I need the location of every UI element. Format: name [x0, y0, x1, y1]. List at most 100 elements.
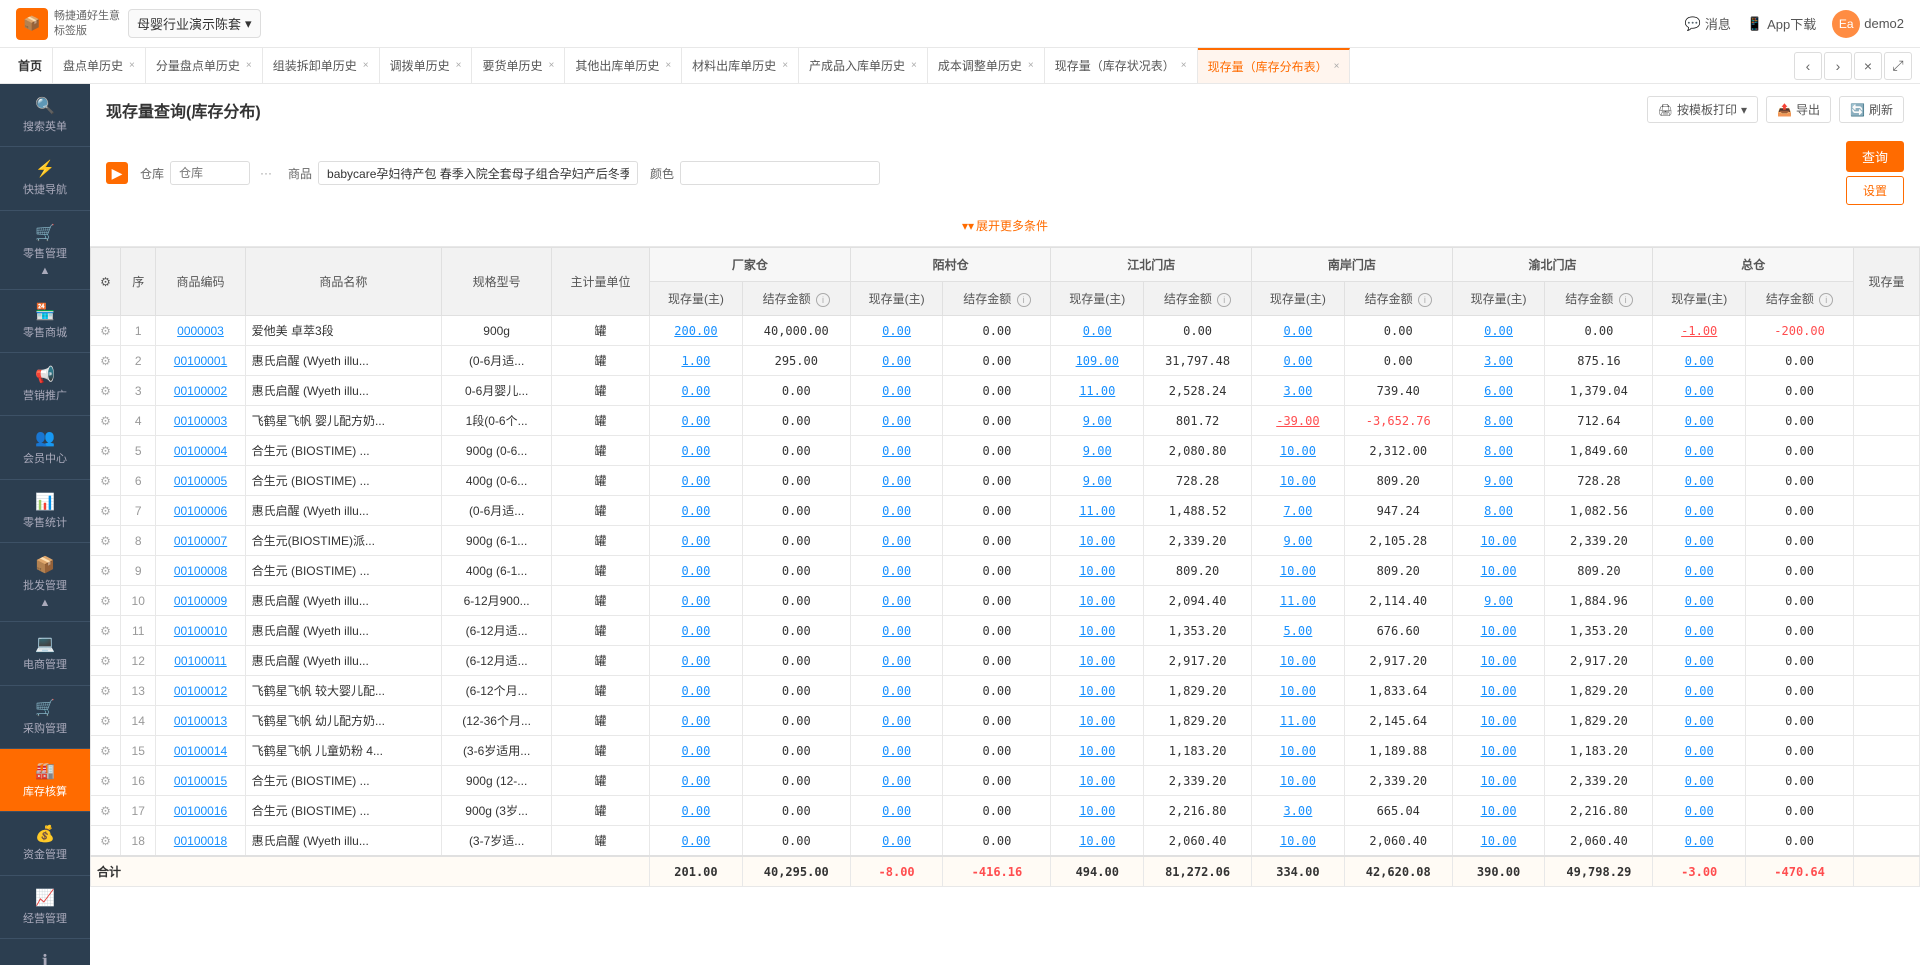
sidebar-item-ecommerce[interactable]: 💻 电商管理	[0, 622, 90, 685]
nav-close-btn[interactable]: ×	[1854, 52, 1882, 80]
close-icon[interactable]: ×	[1334, 61, 1340, 72]
row-settings[interactable]: ⚙	[91, 496, 121, 526]
row-zc-qty[interactable]: 0.00	[1653, 766, 1746, 796]
close-icon[interactable]: ×	[782, 60, 788, 71]
row-zc-qty[interactable]: 0.00	[1653, 406, 1746, 436]
row-mc-qty[interactable]: 0.00	[850, 466, 943, 496]
row-jb-qty[interactable]: 9.00	[1051, 436, 1144, 466]
row-yb-qty[interactable]: 10.00	[1452, 526, 1545, 556]
row-jb-qty[interactable]: 11.00	[1051, 496, 1144, 526]
row-mc-qty[interactable]: 0.00	[850, 436, 943, 466]
row-na-qty[interactable]: 10.00	[1252, 436, 1345, 466]
row-zc-qty[interactable]: 0.00	[1653, 676, 1746, 706]
expand-more-btn[interactable]: ▾▾ 展开更多条件	[962, 217, 1048, 234]
row-fj-qty[interactable]: 0.00	[650, 436, 743, 466]
row-na-qty[interactable]: 10.00	[1252, 646, 1345, 676]
row-yb-qty[interactable]: 8.00	[1452, 436, 1545, 466]
tab-sub-inventory[interactable]: 分量盘点单历史 ×	[146, 48, 263, 84]
info-icon[interactable]: i	[1017, 293, 1031, 307]
row-settings[interactable]: ⚙	[91, 556, 121, 586]
row-zc-qty[interactable]: 0.00	[1653, 496, 1746, 526]
row-zc-qty[interactable]: 0.00	[1653, 346, 1746, 376]
row-jb-qty[interactable]: 109.00	[1051, 346, 1144, 376]
sidebar-item-inventory[interactable]: 🏭 库存核算	[0, 749, 90, 812]
row-code[interactable]: 00100009	[156, 586, 245, 616]
row-code[interactable]: 00100002	[156, 376, 245, 406]
row-jb-qty[interactable]: 10.00	[1051, 796, 1144, 826]
row-code[interactable]: 00100011	[156, 646, 245, 676]
row-mc-qty[interactable]: 0.00	[850, 556, 943, 586]
row-code[interactable]: 00100018	[156, 826, 245, 857]
row-na-qty[interactable]: 7.00	[1252, 496, 1345, 526]
row-mc-qty[interactable]: 0.00	[850, 316, 943, 346]
row-code[interactable]: 00100008	[156, 556, 245, 586]
row-fj-qty[interactable]: 0.00	[650, 796, 743, 826]
row-yb-qty[interactable]: 10.00	[1452, 736, 1545, 766]
industry-selector[interactable]: 母婴行业演示陈套 ▾	[128, 9, 261, 38]
refresh-button[interactable]: 🔄 刷新	[1839, 96, 1904, 123]
print-button[interactable]: 🖨 按模板打印 ▾	[1647, 96, 1758, 123]
row-fj-qty[interactable]: 0.00	[650, 556, 743, 586]
close-icon[interactable]: ×	[129, 60, 135, 71]
row-jb-qty[interactable]: 10.00	[1051, 706, 1144, 736]
row-fj-qty[interactable]: 0.00	[650, 616, 743, 646]
sidebar-item-retail-mgmt[interactable]: 🛒 零售管理 ▲	[0, 211, 90, 290]
row-mc-qty[interactable]: 0.00	[850, 586, 943, 616]
row-fj-qty[interactable]: 1.00	[650, 346, 743, 376]
sidebar-item-wholesale[interactable]: 📦 批发管理 ▲	[0, 543, 90, 622]
nav-expand-btn[interactable]: ⤢	[1884, 52, 1912, 80]
row-na-qty[interactable]: 3.00	[1252, 376, 1345, 406]
tab-assembly[interactable]: 组装拆卸单历史 ×	[263, 48, 380, 84]
sidebar-item-retail-stat[interactable]: 📊 零售统计	[0, 480, 90, 543]
row-settings[interactable]: ⚙	[91, 706, 121, 736]
tab-material-outbound[interactable]: 材料出库单历史 ×	[682, 48, 799, 84]
row-jb-qty[interactable]: 10.00	[1051, 826, 1144, 857]
sidebar-item-mall[interactable]: 🏪 零售商城	[0, 290, 90, 353]
row-zc-qty[interactable]: -1.00	[1653, 316, 1746, 346]
row-yb-qty[interactable]: 3.00	[1452, 346, 1545, 376]
row-zc-qty[interactable]: 0.00	[1653, 796, 1746, 826]
row-na-qty[interactable]: 9.00	[1252, 526, 1345, 556]
row-na-qty[interactable]: -39.00	[1252, 406, 1345, 436]
row-zc-qty[interactable]: 0.00	[1653, 736, 1746, 766]
row-code[interactable]: 0000003	[156, 316, 245, 346]
row-settings[interactable]: ⚙	[91, 676, 121, 706]
tab-other-outbound[interactable]: 其他出库单历史 ×	[565, 48, 682, 84]
row-fj-qty[interactable]: 0.00	[650, 496, 743, 526]
info-icon[interactable]: i	[816, 293, 830, 307]
row-settings[interactable]: ⚙	[91, 466, 121, 496]
close-icon[interactable]: ×	[1028, 60, 1034, 71]
row-yb-qty[interactable]: 0.00	[1452, 316, 1545, 346]
row-yb-qty[interactable]: 10.00	[1452, 766, 1545, 796]
row-mc-qty[interactable]: 0.00	[850, 526, 943, 556]
row-yb-qty[interactable]: 10.00	[1452, 706, 1545, 736]
app-download-action[interactable]: 📱 App下载	[1747, 14, 1816, 33]
row-zc-qty[interactable]: 0.00	[1653, 826, 1746, 857]
row-yb-qty[interactable]: 10.00	[1452, 646, 1545, 676]
row-settings[interactable]: ⚙	[91, 766, 121, 796]
row-jb-qty[interactable]: 11.00	[1051, 376, 1144, 406]
tab-requisition[interactable]: 要货单历史 ×	[472, 48, 565, 84]
close-icon[interactable]: ×	[548, 60, 554, 71]
nav-prev-btn[interactable]: ‹	[1794, 52, 1822, 80]
row-mc-qty[interactable]: 0.00	[850, 826, 943, 857]
row-code[interactable]: 00100001	[156, 346, 245, 376]
row-jb-qty[interactable]: 0.00	[1051, 316, 1144, 346]
info-icon[interactable]: i	[1619, 293, 1633, 307]
row-fj-qty[interactable]: 0.00	[650, 586, 743, 616]
row-mc-qty[interactable]: 0.00	[850, 376, 943, 406]
row-na-qty[interactable]: 10.00	[1252, 736, 1345, 766]
table-area[interactable]: ⚙ 序 商品编码 商品名称 规格型号 主计量单位 厂家仓 陌村仓 江北门店 南岸…	[90, 247, 1920, 965]
info-icon[interactable]: i	[1819, 293, 1833, 307]
row-na-qty[interactable]: 5.00	[1252, 616, 1345, 646]
sidebar-item-finance[interactable]: 💰 资金管理	[0, 812, 90, 875]
row-na-qty[interactable]: 11.00	[1252, 586, 1345, 616]
row-jb-qty[interactable]: 10.00	[1051, 766, 1144, 796]
row-mc-qty[interactable]: 0.00	[850, 676, 943, 706]
row-code[interactable]: 00100006	[156, 496, 245, 526]
row-zc-qty[interactable]: 0.00	[1653, 376, 1746, 406]
export-button[interactable]: 📤 导出	[1766, 96, 1831, 123]
row-settings[interactable]: ⚙	[91, 436, 121, 466]
row-yb-qty[interactable]: 10.00	[1452, 556, 1545, 586]
row-settings[interactable]: ⚙	[91, 736, 121, 766]
